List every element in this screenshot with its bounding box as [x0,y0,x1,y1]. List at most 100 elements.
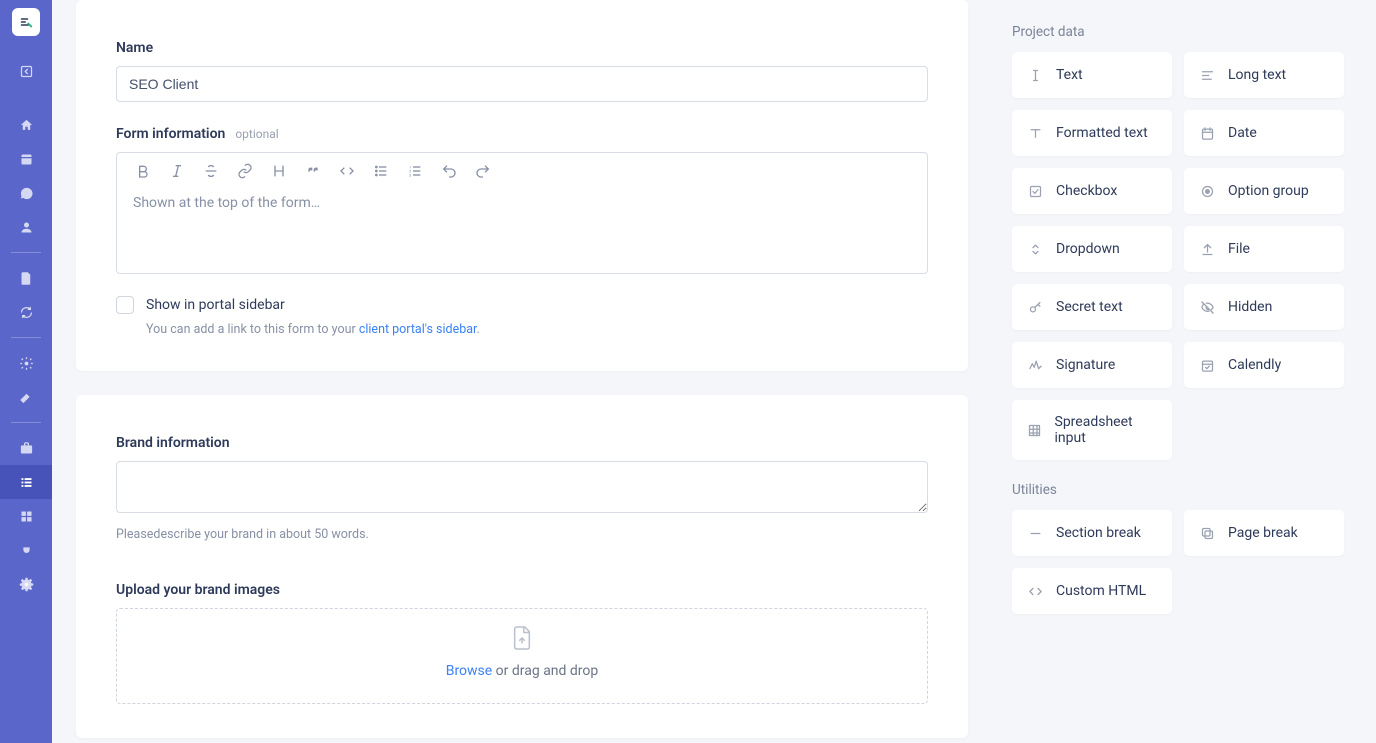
field-spreadsheet-input[interactable]: Spreadsheet input [1012,400,1172,460]
upload-dropzone[interactable]: Browse or drag and drop [116,608,928,704]
pill-label: Hidden [1228,299,1272,315]
field-long-text[interactable]: Long text [1184,52,1344,98]
nav-plug[interactable] [0,533,52,567]
field-secret-text[interactable]: Secret text [1012,284,1172,330]
nav-collapse[interactable] [0,54,52,88]
radio-icon [1198,182,1216,200]
browse-link[interactable]: Browse [446,663,492,679]
field-date[interactable]: Date [1184,110,1344,156]
signature-icon [1026,356,1044,374]
pill-label: Checkbox [1056,183,1117,199]
table-icon [1026,421,1043,439]
code-icon [1026,582,1044,600]
form-info-label: Form information optional [116,126,928,142]
brand-textarea[interactable] [116,461,928,513]
nav-inbox[interactable] [0,142,52,176]
pill-label: Section break [1056,525,1141,541]
pill-label: Spreadsheet input [1055,414,1159,446]
nav-chat[interactable] [0,176,52,210]
file-upload-icon [511,625,533,651]
quote-icon[interactable] [305,163,321,179]
form-info-editor: 123 Shown at the top of the form… [116,152,928,274]
field-text[interactable]: Text [1012,52,1172,98]
redo-icon[interactable] [475,163,491,179]
field-dropdown[interactable]: Dropdown [1012,226,1172,272]
utility-section-break[interactable]: Section break [1012,510,1172,556]
calendly-icon [1198,356,1216,374]
nav-grid[interactable] [0,499,52,533]
pill-label: Formatted text [1056,125,1148,141]
calendar-icon [1198,124,1216,142]
nav-separator-2 [11,337,41,338]
utility-page-break[interactable]: Page break [1184,510,1344,556]
brand-hint: Pleasedescribe your brand in about 50 wo… [116,527,928,542]
svg-text:3: 3 [409,172,411,177]
heading-icon[interactable] [271,163,287,179]
strike-icon[interactable] [203,163,219,179]
pill-label: Custom HTML [1056,583,1146,599]
hint-text: You can add a link to this form to your [146,322,359,337]
pill-label: Option group [1228,183,1309,199]
link-icon[interactable] [237,163,253,179]
nav-separator-3 [11,422,41,423]
pill-label: Date [1228,125,1257,141]
align-left-icon [1198,66,1216,84]
ol-icon[interactable]: 123 [407,163,423,179]
copy-icon [1198,524,1216,542]
utility-custom-html[interactable]: Custom HTML [1012,568,1172,614]
name-input[interactable] [116,66,928,102]
field-calendly[interactable]: Calendly [1184,342,1344,388]
brand-label: Brand information [116,435,928,451]
pill-label: Calendly [1228,357,1281,373]
client-portal-link[interactable]: client portal's sidebar [359,322,477,337]
app-logo[interactable] [12,8,40,36]
text-cursor-icon [1026,66,1044,84]
nav-briefcase[interactable] [0,431,52,465]
nav-home[interactable] [0,108,52,142]
upload-label: Upload your brand images [116,582,928,598]
nav-list[interactable] [0,465,52,499]
nav-automations[interactable] [0,346,52,380]
nav-user[interactable] [0,210,52,244]
name-label: Name [116,40,928,56]
utilities-title: Utilities [1012,482,1344,498]
pill-label: Secret text [1056,299,1123,315]
check-square-icon [1026,182,1044,200]
show-in-sidebar-label: Show in portal sidebar [146,297,285,313]
rte-toolbar: 123 [117,153,927,185]
ul-icon[interactable] [373,163,389,179]
field-signature[interactable]: Signature [1012,342,1172,388]
left-sidebar [0,0,52,743]
field-palette: Project data TextLong textFormatted text… [992,0,1372,743]
form-info-label-text: Form information [116,126,225,142]
brand-card: Brand information Pleasedescribe your br… [76,395,968,738]
pill-label: Dropdown [1056,241,1120,257]
chevrons-icon [1026,240,1044,258]
eye-off-icon [1198,298,1216,316]
field-checkbox[interactable]: Checkbox [1012,168,1172,214]
show-in-sidebar-hint: You can add a link to this form to your … [146,322,928,337]
field-file[interactable]: File [1184,226,1344,272]
pill-label: Signature [1056,357,1115,373]
code-icon[interactable] [339,163,355,179]
field-option-group[interactable]: Option group [1184,168,1344,214]
nav-sync[interactable] [0,295,52,329]
form-info-body[interactable]: Shown at the top of the form… [117,185,927,273]
minus-icon [1026,524,1044,542]
form-settings-card: Name Form information optional 123 [76,0,968,371]
show-in-sidebar-checkbox[interactable] [116,296,134,314]
field-formatted-text[interactable]: Formatted text [1012,110,1172,156]
nav-separator [11,252,41,253]
bold-icon[interactable] [135,163,151,179]
upload-icon [1198,240,1216,258]
nav-document[interactable] [0,261,52,295]
field-hidden[interactable]: Hidden [1184,284,1344,330]
italic-icon[interactable] [169,163,185,179]
pill-label: Long text [1228,67,1286,83]
nav-settings[interactable] [0,567,52,601]
pill-label: Text [1056,67,1083,83]
nav-deals[interactable] [0,380,52,414]
optional-tag: optional [235,127,278,141]
undo-icon[interactable] [441,163,457,179]
type-T-icon [1026,124,1044,142]
